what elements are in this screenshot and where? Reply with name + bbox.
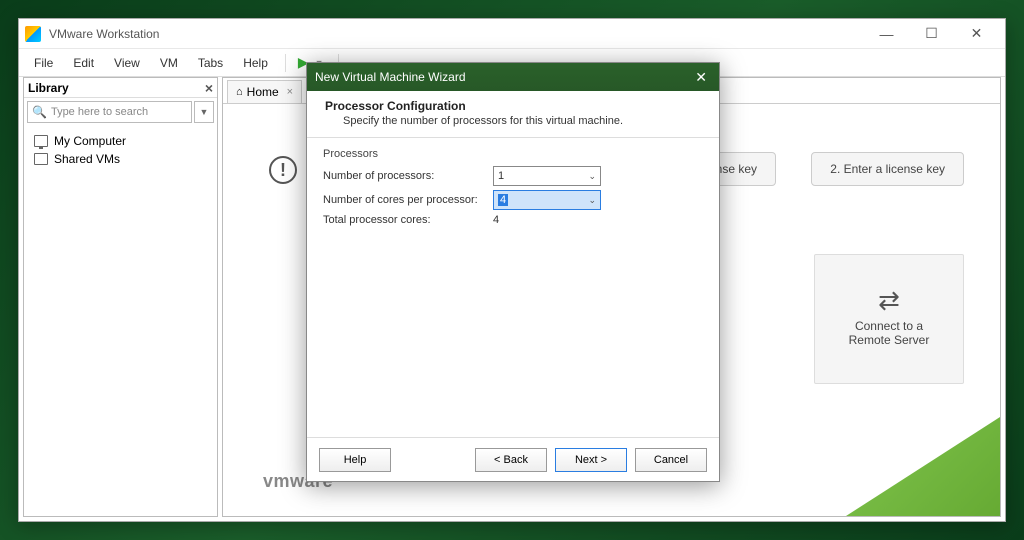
menu-view[interactable]: View — [105, 53, 149, 73]
tab-label: Home — [247, 85, 279, 99]
minimize-button[interactable]: — — [864, 20, 909, 48]
btn-label: Help — [344, 454, 367, 466]
combo-value: 4 — [498, 194, 508, 206]
maximize-button[interactable]: ☐ — [909, 20, 954, 48]
wizard-subheading: Specify the number of processors for thi… — [325, 113, 701, 127]
remote-label-2: Remote Server — [849, 333, 930, 347]
menu-edit[interactable]: Edit — [64, 53, 103, 73]
close-button[interactable]: ✕ — [954, 20, 999, 48]
tab-close-icon[interactable]: × — [287, 86, 293, 98]
label-total-cores: Total processor cores: — [323, 214, 493, 226]
btn-label: Next > — [575, 454, 607, 466]
tree-label: My Computer — [54, 134, 126, 148]
next-button[interactable]: Next > — [555, 448, 627, 472]
search-dropdown[interactable]: ▼ — [194, 101, 214, 123]
combo-cores-per-processor[interactable]: 4 ⌄ — [493, 190, 601, 210]
search-icon: 🔍 — [32, 105, 47, 119]
shared-icon — [34, 153, 48, 165]
title-bar: VMware Workstation — ☐ ✕ — [19, 19, 1005, 49]
tree-label: Shared VMs — [54, 152, 120, 166]
pill-label: nse key — [716, 162, 757, 176]
library-tree: My Computer Shared VMs — [24, 126, 217, 174]
decorative-shape — [780, 406, 1000, 516]
new-vm-wizard-dialog: New Virtual Machine Wizard ✕ Processor C… — [306, 62, 720, 482]
computer-icon — [34, 135, 48, 147]
help-button[interactable]: Help — [319, 448, 391, 472]
wizard-heading: Processor Configuration — [325, 99, 701, 113]
wizard-title-bar: New Virtual Machine Wizard ✕ — [307, 63, 719, 91]
wizard-body: Processors Number of processors: 1 ⌄ Num… — [307, 138, 719, 437]
label-cores-per-processor: Number of cores per processor: — [323, 194, 493, 206]
separator — [285, 54, 286, 72]
tree-item-shared-vms[interactable]: Shared VMs — [34, 150, 207, 168]
group-processors: Processors — [323, 148, 703, 160]
wizard-footer: Help < Back Next > Cancel — [307, 437, 719, 481]
cancel-button[interactable]: Cancel — [635, 448, 707, 472]
menu-file[interactable]: File — [25, 53, 62, 73]
library-close-icon[interactable]: × — [205, 80, 213, 96]
tree-item-my-computer[interactable]: My Computer — [34, 132, 207, 150]
search-placeholder: Type here to search — [51, 106, 148, 118]
btn-label: Cancel — [654, 454, 688, 466]
library-title: Library — [28, 81, 69, 95]
home-icon: ⌂ — [236, 86, 243, 98]
combo-num-processors[interactable]: 1 ⌄ — [493, 166, 601, 186]
pill-label: 2. Enter a license key — [830, 162, 945, 176]
menu-tabs[interactable]: Tabs — [189, 53, 232, 73]
menu-vm[interactable]: VM — [151, 53, 187, 73]
wizard-title: New Virtual Machine Wizard — [315, 70, 466, 84]
btn-label: < Back — [494, 454, 528, 466]
wizard-header: Processor Configuration Specify the numb… — [307, 91, 719, 138]
connect-remote-card[interactable]: ⇄ Connect to a Remote Server — [814, 254, 964, 384]
label-num-processors: Number of processors: — [323, 170, 493, 182]
value-total-cores: 4 — [493, 214, 499, 226]
remote-label-1: Connect to a — [849, 319, 930, 333]
chevron-down-icon: ⌄ — [588, 171, 596, 182]
search-input[interactable]: 🔍 Type here to search — [27, 101, 192, 123]
arrows-icon: ⇄ — [878, 291, 900, 309]
enter-license-key-button[interactable]: 2. Enter a license key — [811, 152, 964, 186]
wizard-close-icon[interactable]: ✕ — [691, 69, 711, 86]
app-icon — [25, 26, 41, 42]
back-button[interactable]: < Back — [475, 448, 547, 472]
combo-value: 1 — [498, 170, 504, 182]
chevron-down-icon: ⌄ — [588, 195, 596, 206]
tab-home[interactable]: ⌂ Home × — [227, 80, 302, 103]
library-header: Library × — [24, 78, 217, 98]
library-panel: Library × 🔍 Type here to search ▼ My Com… — [23, 77, 218, 517]
alert-icon: ! — [269, 156, 297, 184]
window-title: VMware Workstation — [49, 27, 864, 41]
menu-help[interactable]: Help — [234, 53, 277, 73]
